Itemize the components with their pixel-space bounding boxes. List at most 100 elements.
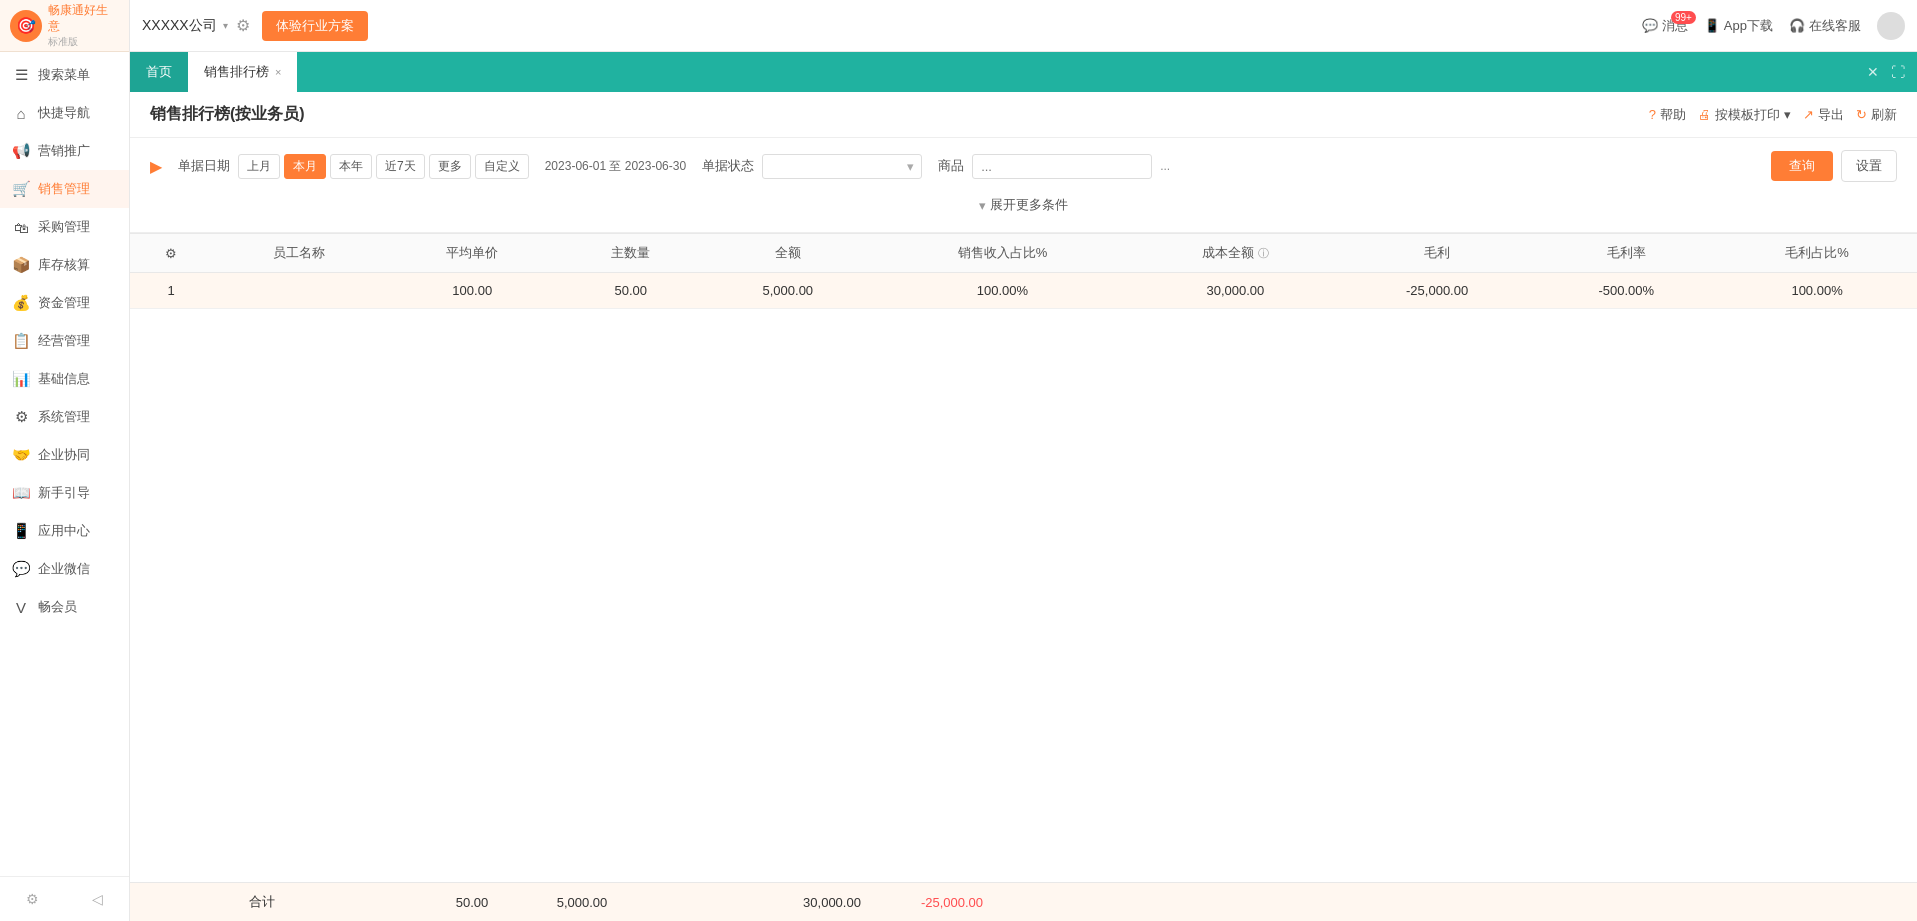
sidebar-item-6[interactable]: 💰资金管理 (0, 284, 129, 322)
cell-profit-pct: 100.00% (1717, 273, 1917, 309)
cell-qty: 50.00 (559, 273, 703, 309)
tab-home-label: 首页 (146, 63, 172, 81)
sidebar-item-0[interactable]: ☰搜索菜单 (0, 56, 129, 94)
sidebar-label-9: 系统管理 (38, 408, 90, 426)
date-btn-cur-month[interactable]: 本月 (284, 154, 326, 179)
print-btn[interactable]: 🖨 按模板打印 ▾ (1698, 106, 1791, 124)
page-header-actions: ? 帮助 🖨 按模板打印 ▾ ↗ 导出 ↻ 刷新 (1649, 106, 1897, 136)
window-maximize-icon[interactable]: ⛶ (1891, 64, 1905, 80)
sidebar-item-8[interactable]: 📊基础信息 (0, 360, 129, 398)
sidebar-icon-12: 📱 (12, 522, 30, 540)
sidebar-icon-6: 💰 (12, 294, 30, 312)
sidebar-label-1: 快捷导航 (38, 104, 90, 122)
sidebar-item-4[interactable]: 🛍 采购管理 (0, 208, 129, 246)
sidebar-item-11[interactable]: 📖新手引导 (0, 474, 129, 512)
goods-input[interactable] (972, 154, 1152, 179)
tab-home[interactable]: 首页 (130, 52, 188, 92)
date-btn-cur-year[interactable]: 本年 (330, 154, 372, 179)
sidebar-item-5[interactable]: 📦 库存核算 (0, 246, 129, 284)
date-btns: 上月 本月 本年 近7天 更多 自定义 (238, 154, 529, 179)
refresh-icon: ↻ (1856, 107, 1867, 122)
tab-sales-ranking[interactable]: 销售排行榜 × (188, 52, 297, 92)
sidebar-icon-10: 🤝 (12, 446, 30, 464)
date-range-display: 2023-06-01 至 2023-06-30 (545, 158, 686, 175)
sidebar-label-4: 采购管理 (38, 218, 90, 236)
col-name: 员工名称 (212, 234, 385, 273)
cell-rank: 1 (130, 273, 212, 309)
sidebar-item-3[interactable]: 🛒销售管理 (0, 170, 129, 208)
sidebar-label-0: 搜索菜单 (38, 66, 90, 84)
refresh-btn[interactable]: ↻ 刷新 (1856, 106, 1897, 124)
filter-area: ▶ 单据日期 上月 本月 本年 近7天 更多 自定义 2023-06-01 至 … (130, 138, 1917, 233)
tab-close-icon[interactable]: × (275, 66, 281, 78)
footer-cost: 30,000.00 (772, 895, 892, 910)
table-header: ⚙ 员工名称 平均单价 主数量 全额 销售收入占比% 成本全额 ⓘ 毛利 毛利率… (130, 234, 1917, 273)
footer-amount: 5,000.00 (522, 895, 642, 910)
sidebar: 🎯 畅康通好生意 标准版 ☰搜索菜单 ⌂ 快捷导航 📢营销推广🛒销售管理 🛍 采购管理 📦 库… (0, 0, 130, 921)
filter-goods-group: 商品 ... (938, 154, 1170, 179)
col-avg-price: 平均单价 (386, 234, 559, 273)
help-icon: ? (1649, 107, 1656, 122)
sidebar-settings-btn[interactable]: ⚙ (20, 885, 45, 913)
cell-profit: -25,000.00 (1339, 273, 1536, 309)
sidebar-item-13[interactable]: 💬 企业微信 (0, 550, 129, 588)
sidebar-item-2[interactable]: 📢营销推广 (0, 132, 129, 170)
company-selector[interactable]: XXXXX公司 ▾ (142, 17, 228, 35)
date-btn-7days[interactable]: 近7天 (376, 154, 425, 179)
sidebar-icon-5: 📦 (12, 256, 30, 274)
sidebar-collapse-btn[interactable]: ◁ (86, 885, 109, 913)
cell-sales-pct: 100.00% (873, 273, 1132, 309)
footer-label: 合计 (202, 893, 322, 911)
footer-qty: 50.00 (422, 895, 522, 910)
sidebar-icon-13: 💬 (12, 560, 30, 578)
sidebar-item-9[interactable]: ⚙系统管理 (0, 398, 129, 436)
sidebar-label-2: 营销推广 (38, 142, 90, 160)
sidebar-icon-1: ⌂ (12, 104, 30, 122)
headset-icon: 🎧 (1789, 18, 1805, 33)
col-settings[interactable]: ⚙ (130, 234, 212, 273)
app-download-btn[interactable]: 📱 App下载 (1704, 17, 1773, 35)
sidebar-item-14[interactable]: V畅会员 (0, 588, 129, 626)
cell-amount: 5,000.00 (703, 273, 873, 309)
online-service-btn[interactable]: 🎧 在线客服 (1789, 17, 1861, 35)
window-close-icon[interactable]: ✕ (1867, 64, 1879, 80)
topbar-settings-icon[interactable]: ⚙ (236, 16, 250, 35)
trial-btn[interactable]: 体验行业方案 (262, 11, 368, 41)
filter-more-btn[interactable]: ... (1160, 159, 1170, 173)
sidebar-icon-4: 🛍 (12, 218, 30, 236)
company-name: XXXXX公司 (142, 17, 217, 35)
sidebar-item-12[interactable]: 📱 应用中心 (0, 512, 129, 550)
table-settings-btn[interactable]: 设置 (1841, 150, 1897, 182)
page-title: 销售排行榜(按业务员) (150, 104, 305, 137)
date-btn-custom[interactable]: 自定义 (475, 154, 529, 179)
goods-input-wrap (972, 154, 1152, 179)
content-area: 销售排行榜(按业务员) ? 帮助 🖨 按模板打印 ▾ ↗ 导出 ↻ 刷新 (130, 92, 1917, 921)
export-btn[interactable]: ↗ 导出 (1803, 106, 1844, 124)
tabbar: 首页 销售排行榜 × ✕ ⛶ (130, 52, 1917, 92)
sidebar-label-13: 企业微信 (38, 560, 90, 578)
col-amount: 全额 (703, 234, 873, 273)
date-btn-more[interactable]: 更多 (429, 154, 471, 179)
topbar: XXXXX公司 ▾ ⚙ 体验行业方案 💬 消息 99+ 📱 App下载 🎧 在线… (130, 0, 1917, 52)
date-btn-prev-month[interactable]: 上月 (238, 154, 280, 179)
sidebar-label-12: 应用中心 (38, 522, 90, 540)
sidebar-logo: 🎯 畅康通好生意 标准版 (0, 0, 129, 52)
table-footer: 合计 50.00 5,000.00 30,000.00 -25,000.00 (130, 882, 1917, 921)
filter-toggle-icon[interactable]: ▶ (150, 157, 162, 176)
sidebar-label-5: 库存核算 (38, 256, 90, 274)
status-select[interactable] (762, 154, 922, 179)
sidebar-item-1[interactable]: ⌂ 快捷导航 (0, 94, 129, 132)
search-btn[interactable]: 查询 (1771, 151, 1833, 181)
footer-profit: -25,000.00 (892, 895, 1012, 910)
message-icon: 💬 (1642, 18, 1658, 33)
help-btn[interactable]: ? 帮助 (1649, 106, 1686, 124)
col-profit: 毛利 (1339, 234, 1536, 273)
sidebar-item-7[interactable]: 📋经营管理 (0, 322, 129, 360)
user-avatar[interactable] (1877, 12, 1905, 40)
avatar-image (1877, 12, 1905, 40)
data-table: ⚙ 员工名称 平均单价 主数量 全额 销售收入占比% 成本全额 ⓘ 毛利 毛利率… (130, 233, 1917, 309)
message-btn[interactable]: 💬 消息 99+ (1642, 17, 1688, 35)
expand-conditions-btn[interactable]: ▾ 展开更多条件 (979, 190, 1068, 220)
sidebar-item-10[interactable]: 🤝企业协同 (0, 436, 129, 474)
col-margin: 毛利率 (1535, 234, 1717, 273)
